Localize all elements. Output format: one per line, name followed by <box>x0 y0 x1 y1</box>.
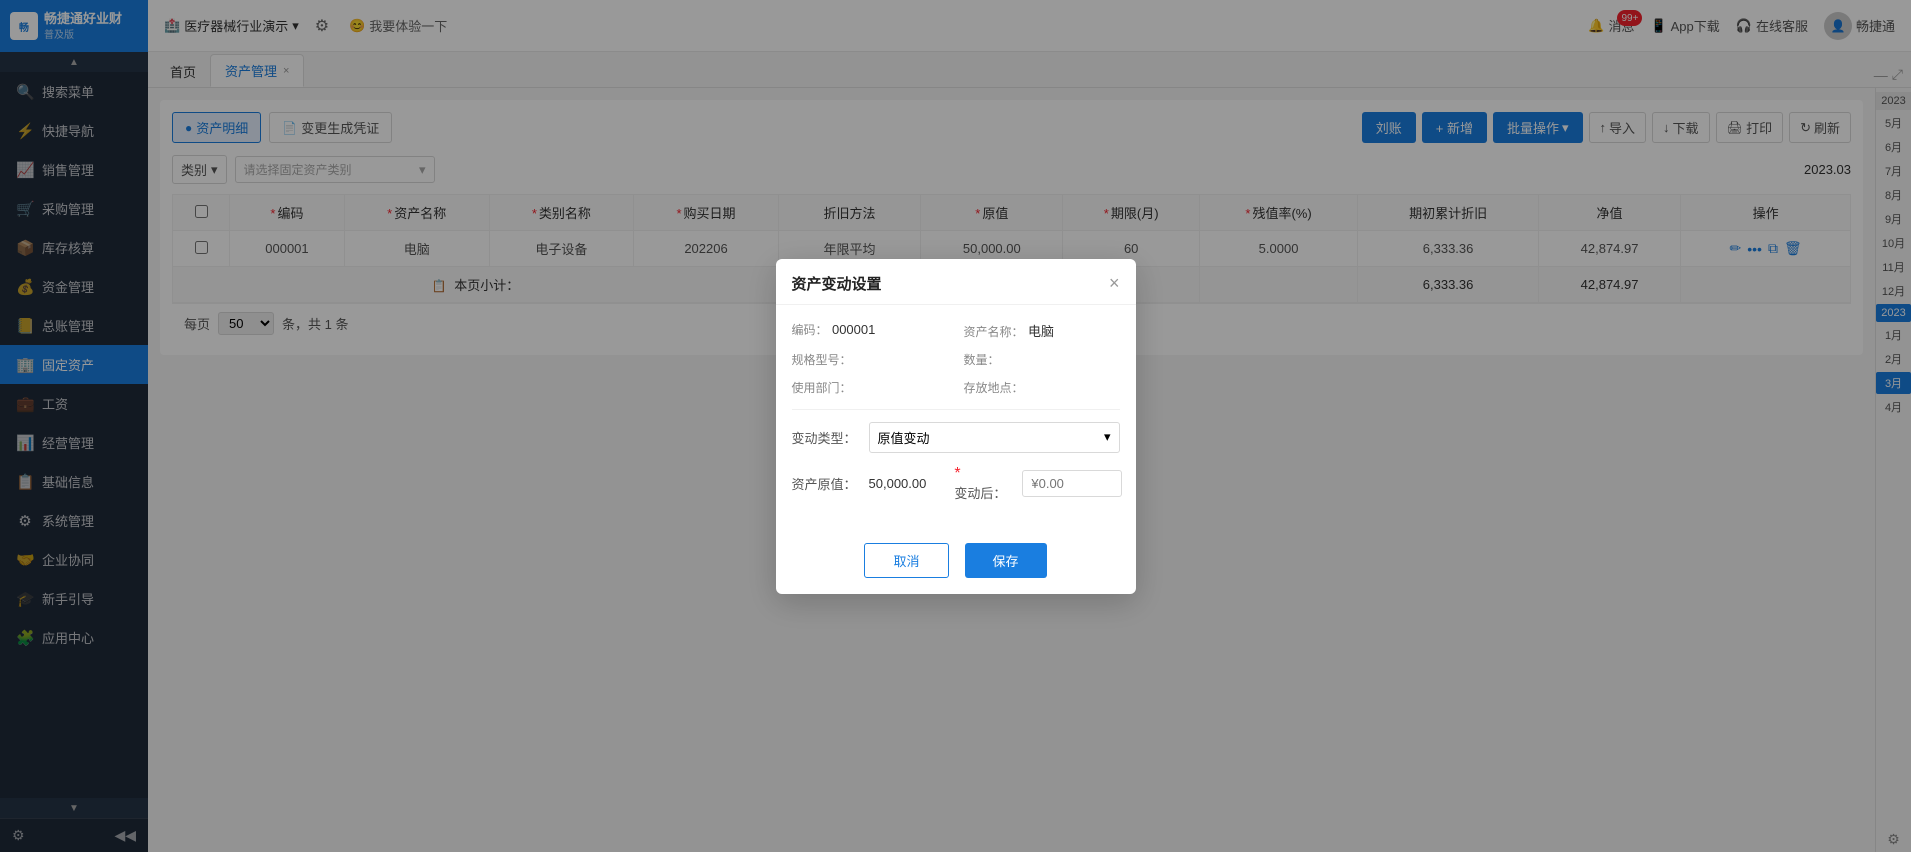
modal-quantity-field: 数量： <box>964 351 1120 369</box>
modal-spec-field: 规格型号： <box>792 351 948 369</box>
quantity-label: 数量： <box>964 353 1000 367</box>
asset-name-value: 电脑 <box>1028 324 1054 339</box>
cancel-button[interactable]: 取消 <box>864 543 948 578</box>
dept-label: 使用部门： <box>792 381 852 395</box>
change-type-value: 原值变动 <box>878 428 930 447</box>
modal-divider <box>792 409 1120 410</box>
change-type-row: 变动类型： 原值变动 ▾ <box>792 422 1120 453</box>
after-change-input[interactable] <box>1022 470 1122 497</box>
modal-info-row2: 规格型号： 数量： <box>792 351 1120 369</box>
code-label: 编码： <box>792 323 828 337</box>
change-type-label: 变动类型： <box>792 428 857 447</box>
modal-code-field: 编码： 000001 <box>792 321 948 341</box>
original-value-label: 资产原值： <box>792 474 857 493</box>
after-change-label: 变动后： <box>954 486 1006 501</box>
modal-asset-name-field: 资产名称： 电脑 <box>964 321 1120 341</box>
code-value: 000001 <box>832 322 875 337</box>
modal-body: 编码： 000001 资产名称： 电脑 规格型号： 数量： <box>776 305 1136 531</box>
modal-header: 资产变动设置 × <box>776 259 1136 305</box>
modal-title: 资产变动设置 <box>792 273 882 294</box>
change-type-select[interactable]: 原值变动 ▾ <box>869 422 1120 453</box>
modal-location-field: 存放地点： <box>964 379 1120 397</box>
location-label: 存放地点： <box>964 381 1024 395</box>
asset-change-modal: 资产变动设置 × 编码： 000001 资产名称： 电脑 规格型号： <box>776 259 1136 594</box>
spec-label: 规格型号： <box>792 353 852 367</box>
modal-dept-field: 使用部门： <box>792 379 948 397</box>
required-star: * <box>954 465 960 482</box>
modal-info-row1: 编码： 000001 资产名称： 电脑 <box>792 321 1120 341</box>
original-value: 50,000.00 <box>869 476 927 491</box>
modal-close-button[interactable]: × <box>1109 274 1120 292</box>
asset-name-label: 资产名称： <box>964 325 1024 339</box>
modal-footer: 取消 保存 <box>776 531 1136 594</box>
modal-overlay[interactable]: 资产变动设置 × 编码： 000001 资产名称： 电脑 规格型号： <box>0 0 1911 852</box>
value-row: 资产原值： 50,000.00 * 变动后： <box>792 465 1120 503</box>
change-type-arrow: ▾ <box>1104 429 1111 445</box>
save-button[interactable]: 保存 <box>965 543 1047 578</box>
modal-info-row3: 使用部门： 存放地点： <box>792 379 1120 397</box>
